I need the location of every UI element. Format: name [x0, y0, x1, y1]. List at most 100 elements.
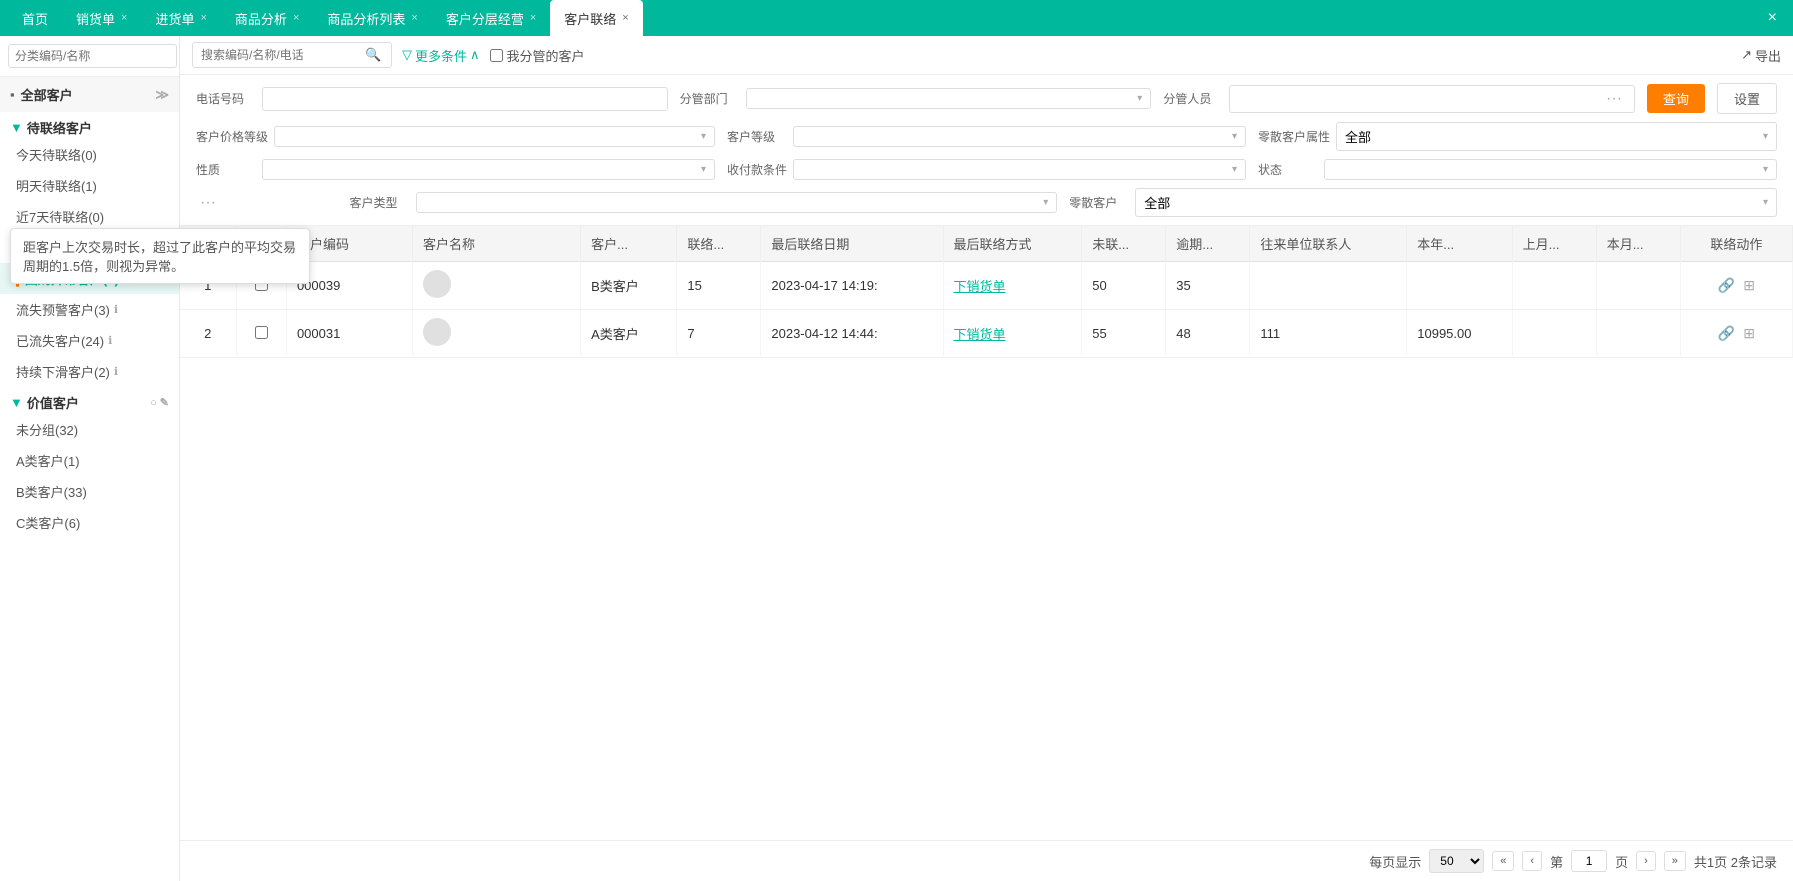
grid-icon: ▪: [10, 87, 15, 102]
more-conditions-btn[interactable]: ▽ 更多条件 ∧: [402, 46, 480, 65]
nav-tab-segmentation-close[interactable]: ×: [530, 12, 536, 24]
th-not-contacted[interactable]: 未联...: [1082, 226, 1166, 262]
settings-button[interactable]: 设置: [1717, 83, 1777, 114]
nav-tab-analysis-list-close[interactable]: ×: [411, 12, 417, 24]
first-page-button[interactable]: «: [1492, 851, 1514, 871]
nav-tab-sales[interactable]: 销货单 ×: [62, 0, 141, 36]
customer-grade-select[interactable]: ▾: [793, 126, 1246, 147]
row-num-2: 2: [180, 310, 236, 358]
th-this-month[interactable]: 本月...: [1596, 226, 1680, 262]
row-overdue-1: 35: [1166, 262, 1250, 310]
row-overdue-2: 48: [1166, 310, 1250, 358]
retail-attr-select[interactable]: 全部 ▾: [1336, 122, 1777, 151]
nav-tab-purchase-close[interactable]: ×: [200, 12, 206, 24]
nav-tab-segmentation[interactable]: 客户分层经营 ×: [432, 0, 550, 36]
filter-retail-customer: 零散客户 全部 ▾: [1069, 188, 1777, 217]
tooltip-box: 距客户上次交易时长，超过了此客户的平均交易周期的1.5倍，则视为异常。: [10, 228, 310, 284]
dept-label: 分管部门: [680, 90, 740, 107]
th-contacts[interactable]: 往来单位联系人: [1250, 226, 1407, 262]
avatar-2: [423, 318, 451, 346]
sidebar-item-unclassified[interactable]: 未分组(32): [0, 414, 179, 445]
customer-type-select[interactable]: ▾: [416, 192, 1058, 213]
retail-customer-select[interactable]: 全部 ▾: [1135, 188, 1777, 217]
nav-tab-analysis-close[interactable]: ×: [293, 12, 299, 24]
content-area: 🔍 ▽ 更多条件 ∧ 我分管的客户 ↗ 导出 电话号码: [180, 36, 1793, 881]
info-icon-declining[interactable]: ℹ: [114, 365, 118, 378]
top-nav: 首页 销货单 × 进货单 × 商品分析 × 商品分析列表 × 客户分层经营 × …: [0, 0, 1793, 36]
sidebar-search-input[interactable]: [8, 44, 177, 68]
filter-phone: 电话号码: [196, 87, 668, 111]
method-link-2[interactable]: 下销货单: [954, 327, 1006, 342]
my-customers-checkbox[interactable]: [490, 49, 503, 62]
row-checkbox-2[interactable]: [255, 326, 268, 339]
th-last-contact-date[interactable]: 最后联络日期: [761, 226, 943, 262]
person-select[interactable]: ···: [1229, 85, 1635, 113]
payment-terms-select[interactable]: ▾: [793, 159, 1246, 180]
method-link-1[interactable]: 下销货单: [954, 279, 1006, 294]
info-icon-churned[interactable]: ℹ: [108, 334, 112, 347]
last-page-button[interactable]: »: [1664, 851, 1686, 871]
th-overdue[interactable]: 逾期...: [1166, 226, 1250, 262]
filter-retail-attr: 零散客户属性 全部 ▾: [1258, 122, 1777, 151]
dots-icon[interactable]: ···: [1602, 90, 1626, 108]
sidebar-item-tomorrow[interactable]: 明天待联络(1): [0, 170, 179, 201]
sidebar-item-class-a[interactable]: A类客户(1): [0, 445, 179, 476]
page-unit: 页: [1615, 852, 1628, 871]
status-select[interactable]: ▾: [1324, 159, 1777, 180]
nav-tab-analysis-list[interactable]: 商品分析列表 ×: [313, 0, 431, 36]
more-dots-icon[interactable]: ···: [196, 194, 220, 212]
status-label: 状态: [1258, 161, 1318, 178]
collapse-arrow-icon[interactable]: ≫: [155, 87, 169, 103]
table-row: 2 000031 A类客户 7 2023-04-12 14:44: 下销货单: [180, 310, 1793, 358]
search-input[interactable]: [201, 48, 361, 62]
nature-select[interactable]: ▾: [262, 159, 715, 180]
th-name[interactable]: 客户名称: [413, 226, 581, 262]
filter-nature: 性质 ▾: [196, 159, 715, 180]
page-input[interactable]: [1571, 850, 1607, 872]
sidebar-item-churn-warning[interactable]: 流失预警客户(3) ℹ: [0, 294, 179, 325]
row-type-1: B类客户: [581, 262, 677, 310]
th-last-month[interactable]: 上月...: [1512, 226, 1596, 262]
next-page-button[interactable]: ›: [1636, 851, 1656, 871]
grid-icon-2[interactable]: ⊞: [1743, 325, 1755, 342]
filter-dept: 分管部门 ▾: [680, 88, 1152, 109]
row-action-2: 🔗 ⊞: [1680, 310, 1792, 358]
export-icon: ↗: [1741, 47, 1752, 63]
nav-tab-customer-contact[interactable]: 客户联络 ×: [550, 0, 642, 36]
window-close-button[interactable]: ×: [1760, 9, 1785, 27]
nav-tab-customer-contact-close[interactable]: ×: [622, 12, 628, 24]
dept-select[interactable]: ▾: [746, 88, 1152, 109]
link-icon-1[interactable]: 🔗: [1718, 277, 1735, 294]
row-last-method-2[interactable]: 下销货单: [943, 310, 1082, 358]
th-this-year[interactable]: 本年...: [1407, 226, 1512, 262]
export-button[interactable]: ↗ 导出: [1741, 46, 1781, 65]
grid-icon-1[interactable]: ⊞: [1743, 277, 1755, 294]
th-contact-count[interactable]: 联络...: [677, 226, 761, 262]
chevron-down-icon-5: ▾: [701, 164, 706, 175]
edit-icon[interactable]: ○ ✎: [150, 396, 169, 409]
sidebar-item-churned[interactable]: 已流失客户(24) ℹ: [0, 325, 179, 356]
sidebar-item-today[interactable]: 今天待联络(0): [0, 139, 179, 170]
sidebar-item-class-c[interactable]: C类客户(6): [0, 507, 179, 538]
phone-input[interactable]: [262, 87, 668, 111]
row-last-method-1[interactable]: 下销货单: [943, 262, 1082, 310]
row-contact-count-2: 7: [677, 310, 761, 358]
prev-page-button[interactable]: ‹: [1522, 851, 1542, 871]
nav-tab-home[interactable]: 首页: [8, 0, 62, 36]
nav-tab-purchase[interactable]: 进货单 ×: [141, 0, 220, 36]
nav-tab-analysis[interactable]: 商品分析 ×: [221, 0, 313, 36]
search-input-area: 🔍: [192, 42, 392, 68]
search-icon[interactable]: 🔍: [365, 47, 381, 63]
link-icon-2[interactable]: 🔗: [1718, 325, 1735, 342]
row-type-2: A类客户: [581, 310, 677, 358]
sidebar-item-class-b[interactable]: B类客户(33): [0, 476, 179, 507]
nav-tab-sales-close[interactable]: ×: [121, 12, 127, 24]
th-type[interactable]: 客户...: [581, 226, 677, 262]
per-page-select[interactable]: 50 100 200: [1429, 849, 1484, 873]
sidebar-all-customers[interactable]: ▪ 全部客户 ≫: [0, 77, 179, 112]
price-grade-select[interactable]: ▾: [274, 126, 715, 147]
info-icon-churn[interactable]: ℹ: [114, 303, 118, 316]
th-last-contact-method[interactable]: 最后联络方式: [943, 226, 1082, 262]
query-button[interactable]: 查询: [1647, 84, 1705, 113]
sidebar-item-declining[interactable]: 持续下滑客户(2) ℹ: [0, 356, 179, 387]
